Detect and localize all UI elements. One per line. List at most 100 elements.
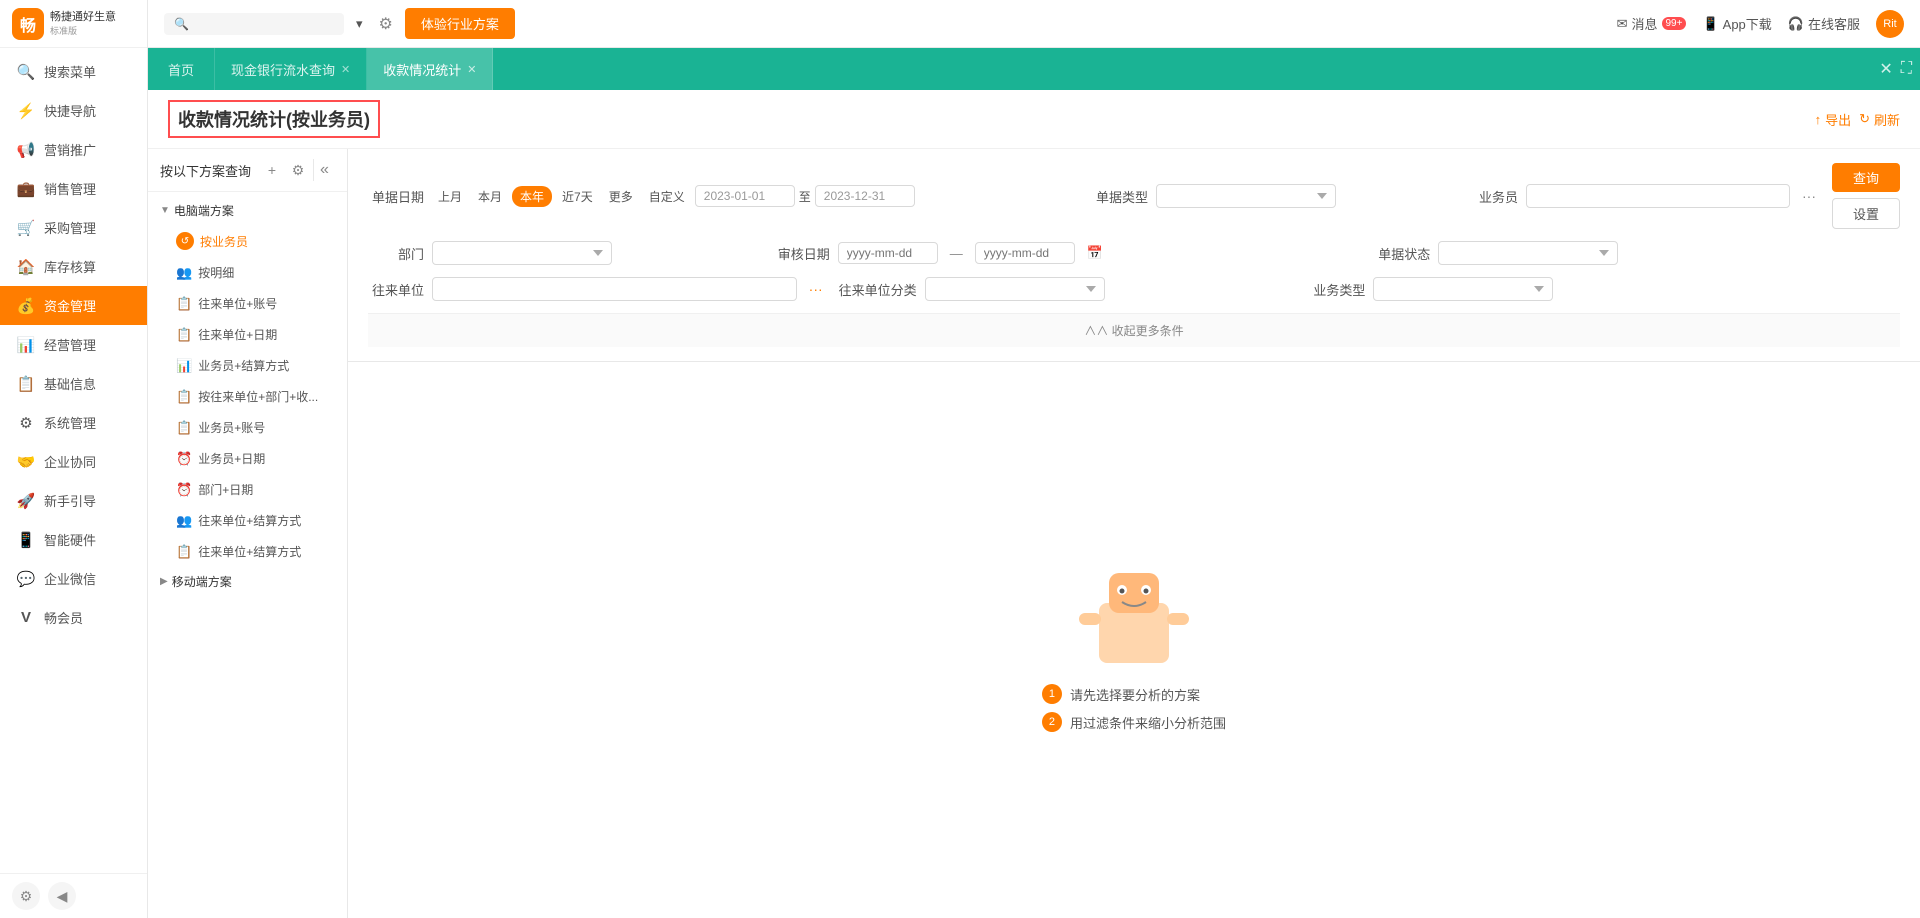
collapse-filter-btn[interactable]: ∧∧ 收起更多条件 xyxy=(368,313,1900,347)
message-icon: ✉ xyxy=(1617,16,1628,32)
tabs-expand-icon[interactable]: ⛶ xyxy=(1901,60,1912,78)
audit-date-label: 审核日期 xyxy=(774,244,830,263)
basic-icon: 📋 xyxy=(16,375,36,393)
biz-type-label: 业务类型 xyxy=(1309,280,1365,299)
topbar-dropdown[interactable]: ▾ xyxy=(356,16,363,32)
service-icon: 🎧 xyxy=(1788,16,1804,32)
date-btn-last-month[interactable]: 上月 xyxy=(432,186,468,207)
doc-type-filter: 单据类型 xyxy=(1092,184,1446,208)
sidebar-item-hardware[interactable]: 📱 智能硬件 xyxy=(0,520,147,559)
sidebar-collapse-btn[interactable]: ◀ xyxy=(48,882,76,910)
topbar-gear-icon[interactable]: ⚙ xyxy=(379,14,393,34)
desktop-group-header[interactable]: ▼ 电脑端方案 xyxy=(148,196,347,225)
sidebar-item-guide[interactable]: 🚀 新手引导 xyxy=(0,481,147,520)
audit-date-filter: 审核日期 — 📅 xyxy=(774,242,1359,264)
add-scheme-btn[interactable]: + xyxy=(261,159,283,181)
tab-cashflow-close-icon[interactable]: ✕ xyxy=(341,63,350,76)
scheme-partner-dept[interactable]: 📋 按往来单位+部门+收... xyxy=(148,381,347,412)
sidebar-item-basic[interactable]: 📋 基础信息 xyxy=(0,364,147,403)
sidebar-item-corp[interactable]: 🤝 企业协同 xyxy=(0,442,147,481)
salesperson-more-icon[interactable]: ··· xyxy=(1802,188,1816,204)
scheme-salesperson-date[interactable]: ⏰ 业务员+日期 xyxy=(148,443,347,474)
app-download-btn[interactable]: 📱 App下载 xyxy=(1702,14,1771,33)
scheme-dept-date[interactable]: ⏰ 部门+日期 xyxy=(148,474,347,505)
dept-select[interactable] xyxy=(432,241,612,265)
salesperson-input[interactable] xyxy=(1526,184,1790,208)
topbar-search[interactable]: 🔍 xyxy=(164,13,344,35)
sidebar-item-finance[interactable]: 💰 资金管理 xyxy=(0,286,147,325)
audit-date-from-input[interactable] xyxy=(838,242,938,264)
purchase-icon: 🛒 xyxy=(16,219,36,237)
partner-filter: 往来单位 ··· xyxy=(368,277,823,301)
scheme-partner-settlement-2[interactable]: 📋 往来单位+结算方式 xyxy=(148,536,347,567)
page-title: 收款情况统计(按业务员) xyxy=(168,100,380,138)
filter-row-3: 往来单位 ··· 往来单位分类 业务类型 xyxy=(368,277,1900,301)
lightning-icon: ⚡ xyxy=(16,102,36,120)
sidebar-item-quick[interactable]: ⚡ 快捷导航 xyxy=(0,91,147,130)
panel-collapse-btn[interactable]: « xyxy=(313,159,335,181)
doc-status-select[interactable] xyxy=(1438,241,1618,265)
date-from-input[interactable] xyxy=(695,185,795,207)
tabs-bar-right: ✕ ⛶ xyxy=(1879,59,1920,79)
sidebar-item-purchase[interactable]: 🛒 采购管理 xyxy=(0,208,147,247)
sidebar-item-wechat[interactable]: 💬 企业微信 xyxy=(0,559,147,598)
sidebar-footer: ⚙ ◀ xyxy=(0,873,147,918)
online-service-btn[interactable]: 🎧 在线客服 xyxy=(1788,14,1860,33)
date-btn-7days[interactable]: 近7天 xyxy=(556,186,599,207)
sidebar-item-sales[interactable]: 💼 销售管理 xyxy=(0,169,147,208)
partner-more-icon[interactable]: ··· xyxy=(809,281,823,297)
scheme-detail[interactable]: 👥 按明细 xyxy=(148,257,347,288)
date-label: 单据日期 xyxy=(368,187,424,206)
scheme-salesperson-settlement[interactable]: 📊 业务员+结算方式 xyxy=(148,350,347,381)
member-icon: V xyxy=(16,609,36,626)
person-icon: 👥 xyxy=(176,265,192,281)
tree-section: ▼ 电脑端方案 ↺ 按业务员 👥 按明细 📋 往来单位+账号 📋 xyxy=(148,192,347,600)
scheme-partner-account[interactable]: 📋 往来单位+账号 xyxy=(148,288,347,319)
message-btn[interactable]: ✉ 消息 99+ xyxy=(1617,14,1687,33)
refresh-btn[interactable]: ↻ 刷新 xyxy=(1859,110,1900,129)
export-btn[interactable]: ↑ 导出 xyxy=(1815,110,1852,129)
filter-row-1: 单据日期 上月 本月 本年 近7天 更多 自定义 xyxy=(368,163,1900,229)
sidebar-item-member[interactable]: V 畅会员 xyxy=(0,598,147,637)
doc-type-select[interactable] xyxy=(1156,184,1336,208)
left-panel: 按以下方案查询 + ⚙ « ▼ 电脑端方案 ↺ 按业务员 👥 按明细 xyxy=(148,149,348,918)
tab-collection[interactable]: 收款情况统计 ✕ xyxy=(367,48,493,90)
sidebar: 畅 畅捷通好生意 标准版 🔍 搜索菜单 ⚡ 快捷导航 📢 营销推广 💼 销售管理… xyxy=(0,0,148,918)
tab-collection-close-icon[interactable]: ✕ xyxy=(467,63,476,76)
date-btn-this-month[interactable]: 本月 xyxy=(472,186,508,207)
sidebar-item-marketing[interactable]: 📢 营销推广 xyxy=(0,130,147,169)
date-btn-this-year[interactable]: 本年 xyxy=(512,186,552,207)
partner-type-filter: 往来单位分类 xyxy=(839,277,1294,301)
date-btn-more[interactable]: 更多 xyxy=(603,186,639,207)
sidebar-item-operations[interactable]: 📊 经营管理 xyxy=(0,325,147,364)
mobile-group-header[interactable]: ▶ 移动端方案 xyxy=(148,567,347,596)
tabs-close-all-icon[interactable]: ✕ xyxy=(1879,59,1892,79)
tab-home[interactable]: 首页 xyxy=(148,48,215,90)
scheme-salesperson-account[interactable]: 📋 业务员+账号 xyxy=(148,412,347,443)
user-avatar[interactable]: Rit xyxy=(1876,10,1904,38)
date-btn-custom[interactable]: 自定义 xyxy=(643,186,691,207)
scheme-settings-icon[interactable]: ⚙ xyxy=(287,159,309,181)
left-panel-header: 按以下方案查询 + ⚙ « xyxy=(148,149,347,192)
trial-btn[interactable]: 体验行业方案 xyxy=(405,8,515,39)
sales-icon: 💼 xyxy=(16,180,36,198)
tab-cashflow[interactable]: 现金银行流水查询 ✕ xyxy=(215,48,367,90)
settings-btn[interactable]: 设置 xyxy=(1832,198,1900,229)
calendar-icon-1[interactable]: 📅 xyxy=(1087,245,1103,261)
date-to-input[interactable] xyxy=(815,185,915,207)
partner-input[interactable] xyxy=(432,277,797,301)
doc-status-label: 单据状态 xyxy=(1374,244,1430,263)
sidebar-item-search[interactable]: 🔍 搜索菜单 xyxy=(0,52,147,91)
scheme-partner-settlement-1[interactable]: 👥 往来单位+结算方式 xyxy=(148,505,347,536)
partner-type-select[interactable] xyxy=(925,277,1105,301)
sidebar-item-inventory[interactable]: 🏠 库存核算 xyxy=(0,247,147,286)
scheme-salesperson[interactable]: ↺ 按业务员 xyxy=(148,225,347,257)
sidebar-item-system[interactable]: ⚙ 系统管理 xyxy=(0,403,147,442)
date-quick-buttons: 上月 本月 本年 近7天 更多 自定义 xyxy=(432,186,691,207)
sidebar-settings-btn[interactable]: ⚙ xyxy=(12,882,40,910)
table-icon-2: 📋 xyxy=(176,327,192,343)
biz-type-select[interactable] xyxy=(1373,277,1553,301)
query-btn[interactable]: 查询 xyxy=(1832,163,1900,192)
audit-date-to-input[interactable] xyxy=(975,242,1075,264)
scheme-partner-date[interactable]: 📋 往来单位+日期 xyxy=(148,319,347,350)
